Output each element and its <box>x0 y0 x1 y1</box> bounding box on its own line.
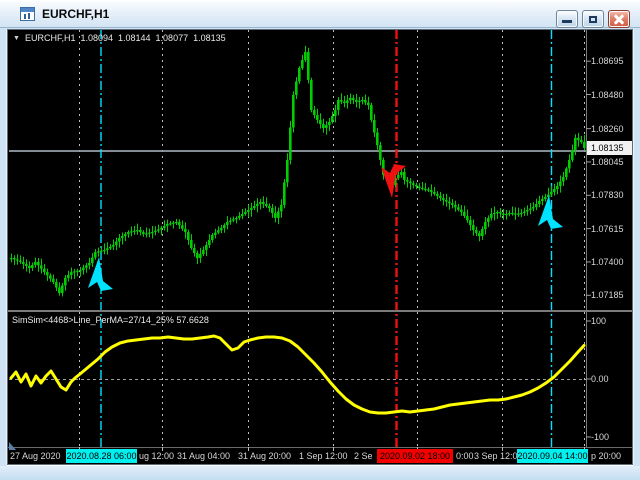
time-axis-label: 2 Se <box>354 451 373 461</box>
minimize-button[interactable] <box>556 10 578 28</box>
price-axis-label: 1.07185 <box>591 290 624 301</box>
oscillator-line <box>9 334 586 415</box>
window-title: EURCHF,H1 <box>42 7 110 21</box>
time-axis-label: 27 Aug 2020 <box>10 451 61 461</box>
oscillator-axis-label: -100 <box>591 432 610 442</box>
close-icon <box>609 11 629 27</box>
restore-icon <box>589 16 597 23</box>
indicator-name: SimSim<4468>Line_PerMA=27/14_25% <box>12 315 174 325</box>
time-highlight-tag-cyan: 2020.09.04 14:00 <box>517 449 588 463</box>
price-axis-label: 1.08045 <box>591 156 624 167</box>
ohlc-readout: ▼ EURCHF,H1 1.08094 1.08144 1.08077 1.08… <box>13 33 226 43</box>
restore-button[interactable] <box>582 10 604 28</box>
candles-layer <box>10 45 586 297</box>
time-axis-label: ug 12:00 <box>139 451 175 461</box>
time-axis-label: 3 Sep 12:00 <box>474 451 523 461</box>
time-axis-label: 1 Sep 12:00 <box>299 451 348 461</box>
sell-arrow-icon <box>381 164 406 198</box>
time-axis-label: 31 Aug 04:00 <box>177 451 231 461</box>
time-highlight-tag-cyan: 2020.08.28 06:00 <box>66 449 137 463</box>
signal-arrows <box>88 164 563 291</box>
indicator-value: 57.6628 <box>176 315 209 325</box>
ohlc-symbol: EURCHF,H1 <box>24 33 76 43</box>
price-axis-label: 1.07830 <box>591 190 624 201</box>
time-axis-label: 31 Aug 20:00 <box>238 451 292 461</box>
price-axis-label: 1.07615 <box>591 223 624 234</box>
ohlc-low: 1.08077 <box>155 33 189 43</box>
chart-canvas <box>8 29 632 451</box>
price-axis-label: 1.08480 <box>591 89 624 100</box>
current-price-tag: 1.08135 <box>587 141 632 155</box>
ohlc-open: 1.08094 <box>80 33 113 43</box>
time-axis-label: 0:00 <box>456 451 474 461</box>
window-titlebar[interactable]: EURCHF,H1 <box>0 0 640 28</box>
event-lines <box>100 30 553 450</box>
ohlc-high: 1.08144 <box>118 33 151 43</box>
window-controls <box>556 10 630 28</box>
minimize-icon <box>562 20 572 23</box>
window-icon <box>20 7 35 21</box>
price-axis-label: 1.08260 <box>591 123 624 134</box>
time-highlight-tag-red: 2020.09.02 18:00 <box>377 449 453 463</box>
chart-shift-marker <box>9 442 16 450</box>
oscillator-axis-label: 100 <box>591 316 607 326</box>
close-button[interactable] <box>608 10 630 28</box>
collapse-triangle-icon[interactable]: ▼ <box>13 35 20 42</box>
ohlc-close: 1.08135 <box>193 33 226 43</box>
time-axis-label: p 20:00 <box>591 451 622 461</box>
price-axis-label: 1.08695 <box>591 56 624 67</box>
current-price-value: 1.08135 <box>591 143 624 153</box>
oscillator-axis-label: 0.00 <box>591 374 609 384</box>
indicator-label: SimSim<4468>Line_PerMA=27/14_25% 57.6628 <box>12 315 209 325</box>
window-bottom-frame <box>0 466 640 480</box>
price-axis-label: 1.07400 <box>591 256 624 267</box>
